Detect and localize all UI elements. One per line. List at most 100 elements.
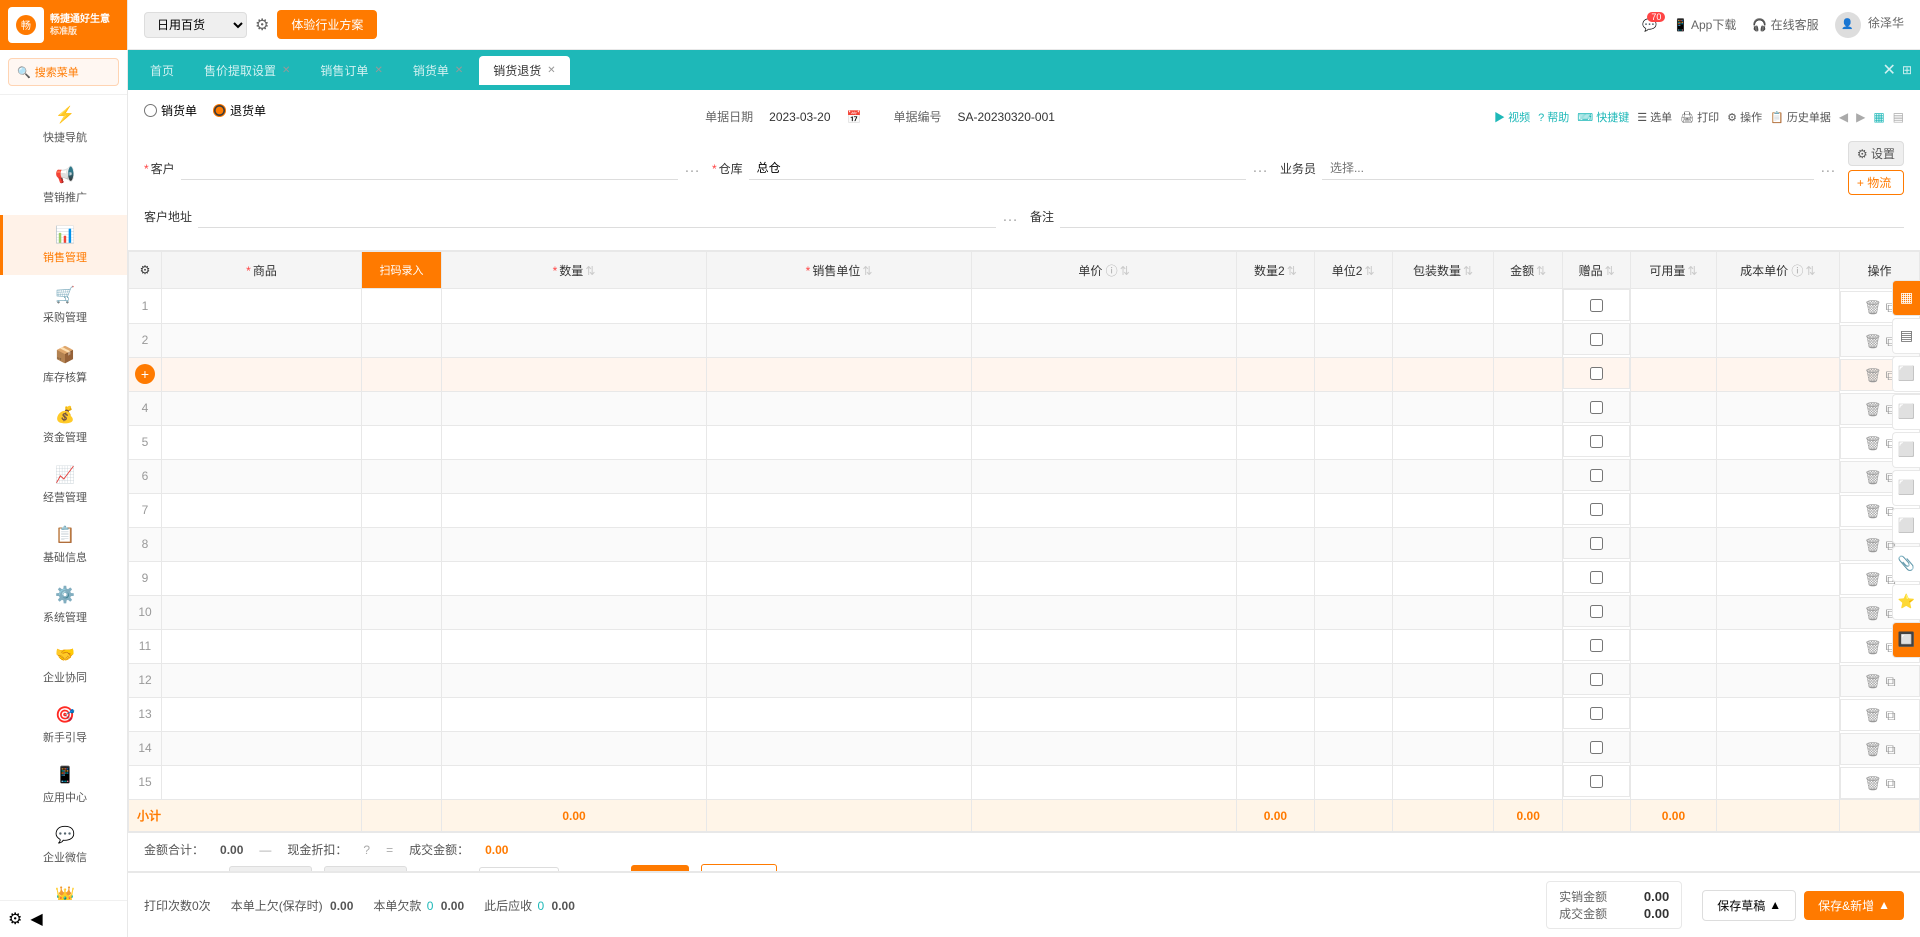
tab-sales-order-close[interactable]: ✕ <box>374 65 382 76</box>
amount-cell-5[interactable] <box>1494 425 1562 459</box>
unit2-cell-10[interactable] <box>1314 595 1392 629</box>
price-input-14[interactable] <box>978 741 1230 756</box>
amount-cell-1[interactable] <box>1494 289 1562 324</box>
product-input-13[interactable] <box>168 707 355 722</box>
amount-cell-13[interactable] <box>1494 697 1562 731</box>
qty2-cell-5[interactable] <box>1237 425 1315 459</box>
radio-sales[interactable]: 销货单 <box>144 102 197 119</box>
price-cell-4[interactable] <box>972 391 1237 425</box>
float-btn-8[interactable]: 📎 <box>1892 546 1920 582</box>
sidebar-item-operation[interactable]: 📈 经营管理 <box>0 455 127 515</box>
grid-view1-icon[interactable]: ▦ <box>1873 110 1884 124</box>
unit2-cell-12[interactable] <box>1314 663 1392 697</box>
float-btn-6[interactable]: ⬜ <box>1892 470 1920 506</box>
unit-input-1[interactable] <box>713 298 965 313</box>
topbar-gear-icon[interactable]: ⚙ <box>255 15 269 35</box>
unit-cell-9[interactable] <box>707 561 972 595</box>
sidebar-item-inventory[interactable]: 📦 库存核算 <box>0 335 127 395</box>
sidebar-item-purchase[interactable]: 🛒 采购管理 <box>0 275 127 335</box>
pkg-cell-7[interactable] <box>1392 493 1494 527</box>
product-input-6[interactable] <box>168 469 355 484</box>
product-input-15[interactable] <box>168 775 355 790</box>
float-btn-2[interactable]: ▤ <box>1892 318 1920 354</box>
qty-input-12[interactable] <box>448 673 700 688</box>
tab-sales-return[interactable]: 销货退货 ✕ <box>479 56 569 85</box>
price-cell-13[interactable] <box>972 697 1237 731</box>
gift-checkbox-1[interactable] <box>1590 299 1603 312</box>
amount-cell-7[interactable] <box>1494 493 1562 527</box>
gift-checkbox-13[interactable] <box>1590 707 1603 720</box>
gift-checkbox-5[interactable] <box>1590 435 1603 448</box>
salesperson-input[interactable] <box>1322 157 1814 180</box>
address-input[interactable] <box>198 205 996 228</box>
qty-cell-1[interactable] <box>442 289 707 324</box>
gift-cell-10[interactable] <box>1563 595 1630 627</box>
unit2-cell-7[interactable] <box>1314 493 1392 527</box>
pkg-cell-12[interactable] <box>1392 663 1494 697</box>
product-cell-7[interactable] <box>162 493 362 527</box>
price-cell-10[interactable] <box>972 595 1237 629</box>
qty-cell-12[interactable] <box>442 663 707 697</box>
price-sort-icon[interactable]: ⇅ <box>1120 264 1130 278</box>
tabbar-close-icon[interactable]: ✕ <box>1883 60 1896 80</box>
customer-dots[interactable]: … <box>684 159 700 177</box>
unit2-cell-2[interactable] <box>1314 323 1392 357</box>
app-download-link[interactable]: 📱 App下载 <box>1673 16 1736 33</box>
delete-icon-11[interactable]: 🗑 <box>1864 639 1882 656</box>
sidebar-item-system[interactable]: ⚙️ 系统管理 <box>0 575 127 635</box>
qty-cell-9[interactable] <box>442 561 707 595</box>
qty-cell-11[interactable] <box>442 629 707 663</box>
unit2-cell-1[interactable] <box>1314 289 1392 324</box>
print-btn[interactable]: 🖨 打印 <box>1680 109 1719 125</box>
price-input-6[interactable] <box>978 469 1230 484</box>
qty2-cell-15[interactable] <box>1237 765 1315 800</box>
unit2-cell-14[interactable] <box>1314 731 1392 765</box>
amount-cell-6[interactable] <box>1494 459 1562 493</box>
salesperson-dots[interactable]: … <box>1820 159 1836 177</box>
price-cell-2[interactable] <box>972 323 1237 357</box>
pkg-cell-9[interactable] <box>1392 561 1494 595</box>
radio-return[interactable]: 退货单 <box>213 102 266 119</box>
gift-cell-6[interactable] <box>1563 459 1630 491</box>
unit-input-12[interactable] <box>713 673 965 688</box>
pkg-cell-6[interactable] <box>1392 459 1494 493</box>
qty2-cell-11[interactable] <box>1237 629 1315 663</box>
unit2-cell-4[interactable] <box>1314 391 1392 425</box>
qty2-cell-8[interactable] <box>1237 527 1315 561</box>
gift-checkbox-10[interactable] <box>1590 605 1603 618</box>
price-input-2[interactable] <box>978 333 1230 348</box>
delete-icon-3[interactable]: 🗑 <box>1864 367 1882 384</box>
copy-icon-13[interactable]: ⧉ <box>1886 707 1896 724</box>
amount-cell-2[interactable] <box>1494 323 1562 357</box>
qty2-sort-icon[interactable]: ⇅ <box>1287 264 1297 278</box>
customer-input[interactable] <box>181 157 678 180</box>
tab-price-setting-close[interactable]: ✕ <box>282 65 290 76</box>
unit-input-2[interactable] <box>713 333 965 348</box>
gift-cell-4[interactable] <box>1563 391 1630 423</box>
amount-cell-15[interactable] <box>1494 765 1562 800</box>
pkg-cell-8[interactable] <box>1392 527 1494 561</box>
qty-input-13[interactable] <box>448 707 700 722</box>
gift-sort-icon[interactable]: ⇅ <box>1605 264 1615 278</box>
pkg-sort-icon[interactable]: ⇅ <box>1463 264 1473 278</box>
unit-cell-12[interactable] <box>707 663 972 697</box>
unit-input-15[interactable] <box>713 775 965 790</box>
radio-return-input[interactable] <box>213 104 226 117</box>
unit-input-3[interactable] <box>713 367 965 382</box>
product-cell-8[interactable] <box>162 527 362 561</box>
pkg-cell-4[interactable] <box>1392 391 1494 425</box>
unit-cell-8[interactable] <box>707 527 972 561</box>
unit-input-10[interactable] <box>713 605 965 620</box>
price-cell-1[interactable] <box>972 289 1237 324</box>
sidebar-item-apps[interactable]: 📱 应用中心 <box>0 755 127 815</box>
delete-icon-13[interactable]: 🗑 <box>1864 707 1882 724</box>
unit-input-4[interactable] <box>713 401 965 416</box>
price-input-8[interactable] <box>978 537 1230 552</box>
gift-cell-9[interactable] <box>1563 561 1630 593</box>
settings-icon[interactable]: ⚙ <box>140 263 151 277</box>
product-input-11[interactable] <box>168 639 355 654</box>
gift-checkbox-9[interactable] <box>1590 571 1603 584</box>
qty2-cell-4[interactable] <box>1237 391 1315 425</box>
price-input-10[interactable] <box>978 605 1230 620</box>
price-cell-5[interactable] <box>972 425 1237 459</box>
